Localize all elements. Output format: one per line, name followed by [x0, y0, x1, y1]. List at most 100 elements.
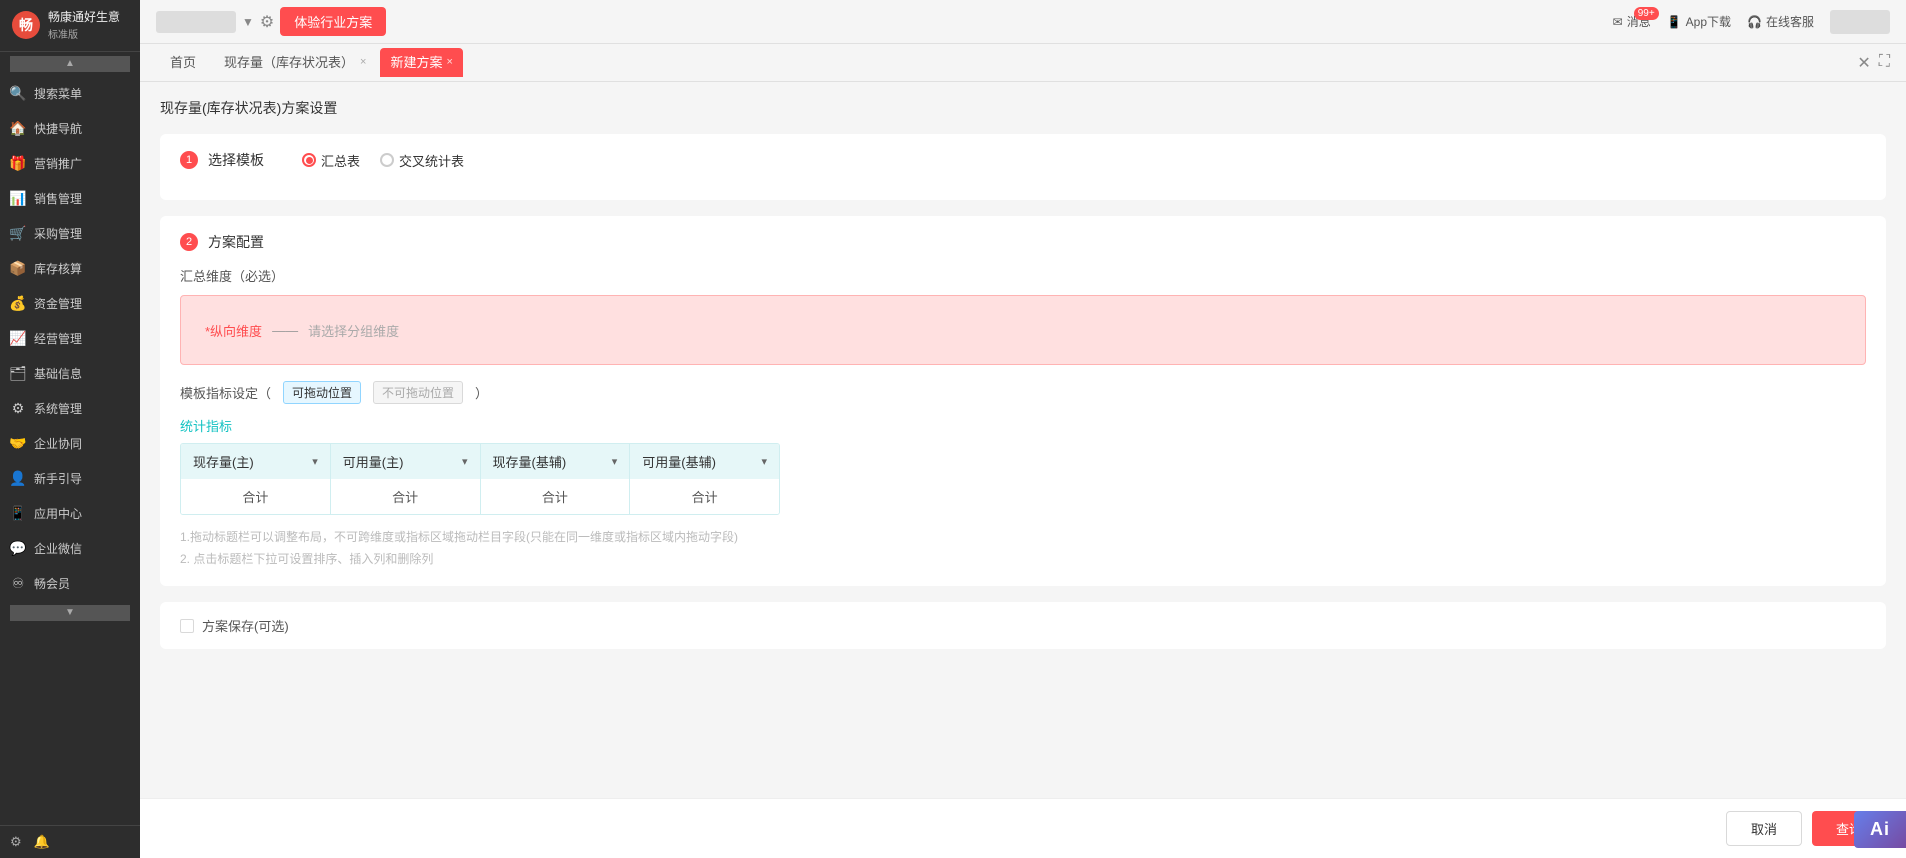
tab-inventory-close[interactable]: ×: [360, 56, 366, 68]
sidebar-item-wechat[interactable]: 💬 企业微信: [0, 531, 140, 566]
sidebar-item-purchase[interactable]: 🛒 采购管理: [0, 216, 140, 251]
service-label: 在线客服: [1766, 13, 1814, 30]
stats-cell-1: 合计: [331, 479, 481, 514]
gift-icon: 🎁: [10, 155, 26, 171]
member-icon: ♾: [10, 575, 26, 591]
dimension-area[interactable]: *纵向维度 —— 请选择分组维度: [180, 295, 1866, 365]
sidebar-item-label: 搜索菜单: [34, 85, 82, 102]
content-area: 现存量(库存状况表)方案设置 1 选择模板 汇总表 交叉统计表: [140, 82, 1906, 798]
section1-header: 1 选择模板 汇总表 交叉统计表: [180, 150, 1866, 170]
stats-table-body: 合计 合计 合计 合计: [181, 479, 779, 514]
radio-summary-table[interactable]: 汇总表: [302, 151, 360, 170]
user-avatar[interactable]: [1830, 10, 1890, 34]
col-0-dropdown[interactable]: ▾: [312, 455, 318, 468]
step1-title: 选择模板: [208, 150, 264, 170]
handshake-icon: 🤝: [10, 435, 26, 451]
tab-new-label: 新建方案: [390, 52, 442, 71]
bell-bottom-icon[interactable]: 🔔: [34, 834, 50, 850]
sidebar-scroll-up[interactable]: ▲: [0, 52, 140, 76]
topbar: ▼ ⚙ 体验行业方案 ✉ 消息 99+ 📱 App下载 🎧 在线客服: [140, 0, 1906, 44]
stats-col-0[interactable]: 现存量(主) ▾: [181, 444, 331, 479]
non-draggable-tag: 不可拖动位置: [373, 381, 463, 404]
sidebar-item-member[interactable]: ♾ 畅会员: [0, 566, 140, 601]
app-download-btn[interactable]: 📱 App下载: [1667, 13, 1731, 30]
radio-cross-table[interactable]: 交叉统计表: [380, 151, 464, 170]
col-1-dropdown[interactable]: ▾: [462, 455, 468, 468]
sidebar-item-enterprise[interactable]: 🤝 企业协同: [0, 426, 140, 461]
messages-btn[interactable]: ✉ 消息 99+: [1613, 13, 1651, 30]
ai-badge[interactable]: Ai: [1854, 811, 1906, 848]
sidebar-item-basic-info[interactable]: 🗂 基础信息: [0, 356, 140, 391]
radio-cross-dot: [380, 153, 394, 167]
dimension-required-star: *纵向维度: [205, 321, 262, 340]
sidebar-item-marketing[interactable]: 🎁 营销推广: [0, 146, 140, 181]
tab-new-close[interactable]: ×: [446, 56, 452, 68]
tip-1: 1.拖动标题栏可以调整布局，不可跨维度或指标区域拖动栏目字段(只能在同一维度或指…: [180, 527, 1866, 549]
tab-home[interactable]: 首页: [156, 44, 210, 81]
mobile-icon: 📱: [10, 505, 26, 521]
sidebar-item-search[interactable]: 🔍 搜索菜单: [0, 76, 140, 111]
tabbar-actions: ✕ ⛶: [1857, 53, 1890, 73]
sidebar-item-label: 快捷导航: [34, 120, 82, 137]
stats-col-2[interactable]: 现存量(基辅) ▾: [481, 444, 631, 479]
online-service-btn[interactable]: 🎧 在线客服: [1747, 13, 1814, 30]
dimension-placeholder: 请选择分组维度: [308, 321, 399, 340]
topbar-title-area: ▼ ⚙ 体验行业方案: [156, 7, 1603, 36]
chart-icon: 📈: [10, 330, 26, 346]
stats-col-3-label: 可用量(基辅): [642, 452, 716, 471]
sidebar-item-finance[interactable]: 💰 资金管理: [0, 286, 140, 321]
step2-title: 方案配置: [208, 232, 264, 252]
tab-inventory[interactable]: 现存量（库存状况表） ×: [210, 44, 380, 81]
chat-icon: 💬: [10, 540, 26, 556]
tab-inventory-label: 现存量（库存状况表）: [224, 52, 354, 71]
sidebar-item-label: 营销推广: [34, 155, 82, 172]
cancel-button[interactable]: 取消: [1726, 811, 1802, 846]
save-checkbox[interactable]: [180, 619, 194, 633]
topbar-dropdown-icon[interactable]: ▼: [242, 15, 254, 29]
trial-btn[interactable]: 体验行业方案: [280, 7, 386, 36]
stats-cell-3: 合计: [630, 479, 779, 514]
sales-icon: 📊: [10, 190, 26, 206]
stats-col-1[interactable]: 可用量(主) ▾: [331, 444, 481, 479]
sidebar-item-app-center[interactable]: 📱 应用中心: [0, 496, 140, 531]
settings-bottom-icon[interactable]: ⚙: [10, 834, 22, 850]
messages-badge: 99+: [1634, 7, 1659, 20]
tab-new-plan[interactable]: 新建方案 ×: [380, 48, 462, 77]
sidebar-item-sales[interactable]: 📊 销售管理: [0, 181, 140, 216]
tips-area: 1.拖动标题栏可以调整布局，不可跨维度或指标区域拖动栏目字段(只能在同一维度或指…: [180, 527, 1866, 570]
sidebar-item-inventory[interactable]: 📦 库存核算: [0, 251, 140, 286]
sidebar-item-label: 企业协同: [34, 435, 82, 452]
app-label: App下载: [1686, 13, 1731, 30]
tab-close-all-icon[interactable]: ✕: [1857, 53, 1870, 73]
sidebar: 畅 畅康通好生意 标准版 ▲ 🔍 搜索菜单 🏠 快捷导航 🎁 营销推广 📊 销售…: [0, 0, 140, 858]
col-2-dropdown[interactable]: ▾: [612, 455, 618, 468]
sidebar-scroll-down[interactable]: ▼: [0, 601, 140, 625]
footer-section: 方案保存(可选): [160, 602, 1886, 649]
sidebar-item-nav[interactable]: 🏠 快捷导航: [0, 111, 140, 146]
col-3-dropdown[interactable]: ▾: [761, 455, 767, 468]
action-bar: 取消 查询: [140, 798, 1906, 858]
save-label: 方案保存(可选): [202, 616, 289, 635]
main-area: ▼ ⚙ 体验行业方案 ✉ 消息 99+ 📱 App下载 🎧 在线客服 首页: [140, 0, 1906, 858]
scroll-up-arrow[interactable]: ▲: [10, 56, 130, 72]
topbar-right: ✉ 消息 99+ 📱 App下载 🎧 在线客服: [1613, 10, 1890, 34]
step2-badge: 2: [180, 233, 198, 251]
stats-col-3[interactable]: 可用量(基辅) ▾: [630, 444, 779, 479]
radio-summary-dot: [302, 153, 316, 167]
sidebar-item-guide[interactable]: 👤 新手引导: [0, 461, 140, 496]
stats-cell-0: 合计: [181, 479, 331, 514]
scroll-down-arrow[interactable]: ▼: [10, 605, 130, 621]
radio-cross-label: 交叉统计表: [399, 151, 464, 170]
topbar-gear-icon[interactable]: ⚙: [260, 12, 274, 32]
gear-icon: ⚙: [10, 400, 26, 416]
sidebar-logo: 畅 畅康通好生意 标准版: [0, 0, 140, 52]
stats-cell-2: 合计: [481, 479, 631, 514]
sidebar-item-management[interactable]: 📈 经营管理: [0, 321, 140, 356]
tab-expand-icon[interactable]: ⛶: [1879, 53, 1890, 73]
sidebar-bottom: ⚙ 🔔: [0, 825, 140, 858]
sidebar-item-label: 资金管理: [34, 295, 82, 312]
sidebar-item-system[interactable]: ⚙ 系统管理: [0, 391, 140, 426]
stats-col-2-label: 现存量(基辅): [493, 452, 567, 471]
sidebar-item-label: 系统管理: [34, 400, 82, 417]
template-options: 汇总表 交叉统计表: [302, 151, 464, 170]
